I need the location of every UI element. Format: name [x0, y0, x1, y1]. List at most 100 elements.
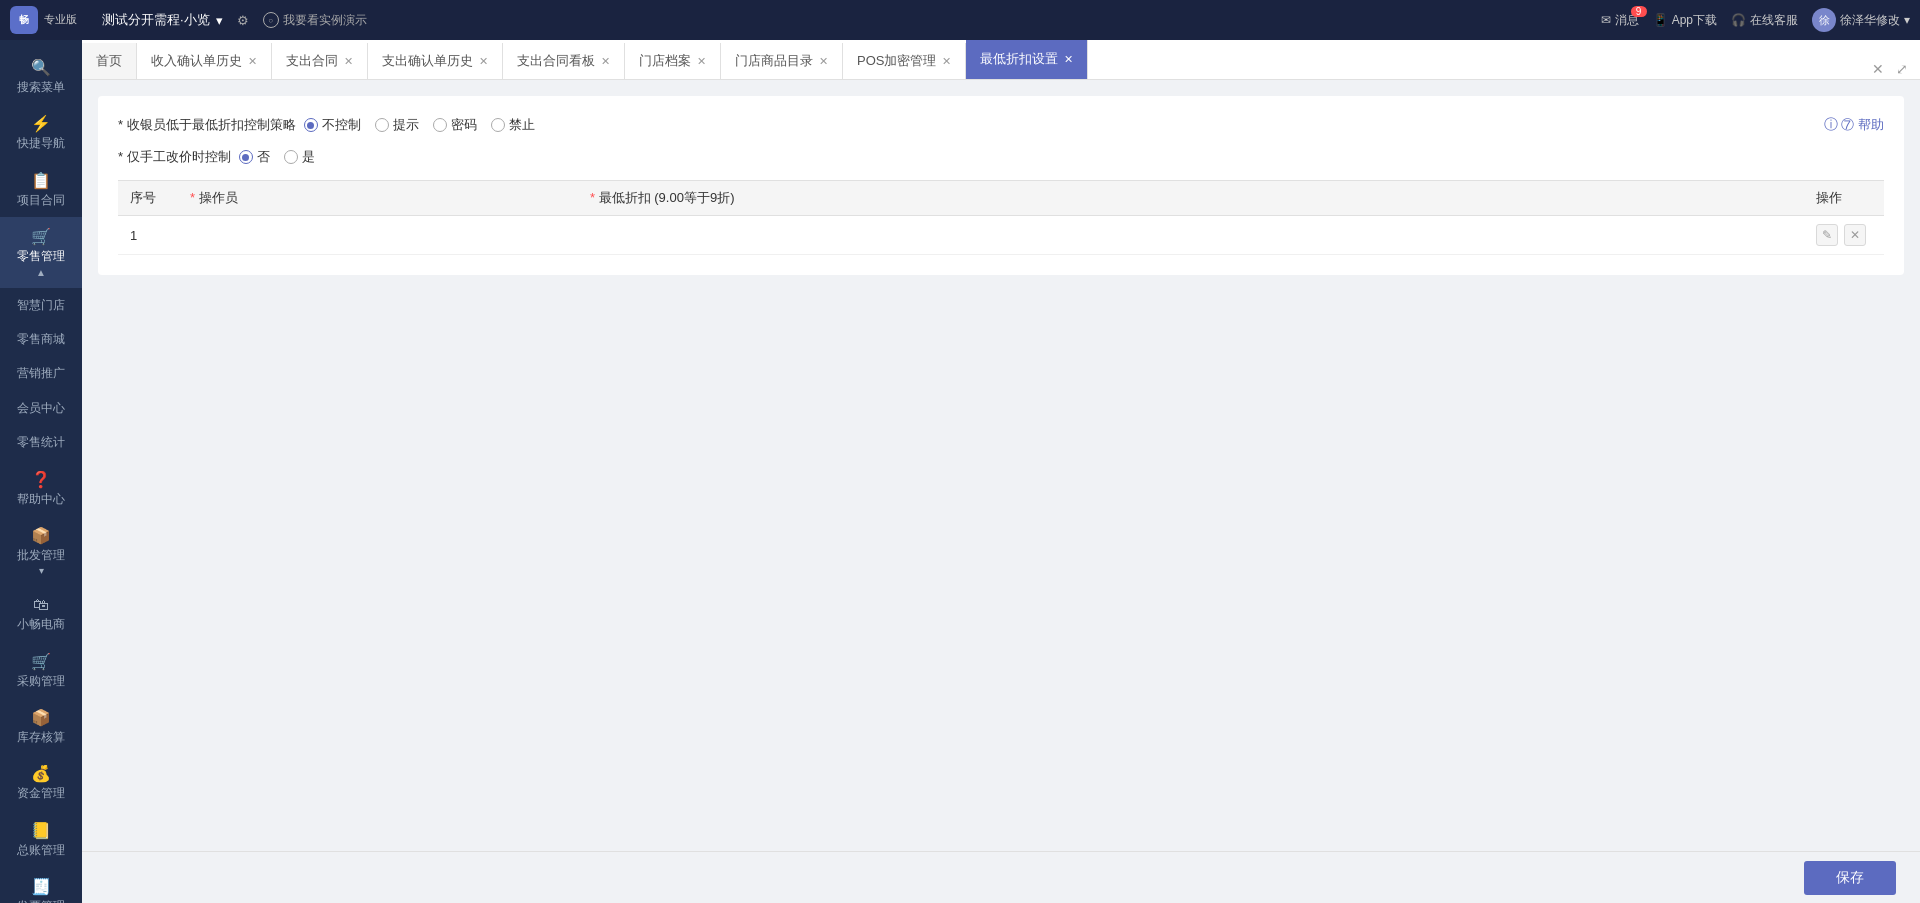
table-header-row: 序号 * 操作员 * 最低折扣 (9.00等于9折) 操作: [118, 181, 1884, 216]
tab-min-discount-close[interactable]: ✕: [1064, 53, 1073, 66]
user-dropdown-icon: ▾: [1904, 13, 1910, 27]
manual-yes[interactable]: 是: [284, 148, 315, 166]
online-service-button[interactable]: 🎧 在线客服: [1731, 12, 1798, 29]
tab-contract-board[interactable]: 支出合同看板 ✕: [503, 43, 625, 79]
strategy-password[interactable]: 密码: [433, 116, 477, 134]
tab-store-catalog-label: 门店商品目录: [735, 52, 813, 70]
tab-home[interactable]: 首页: [82, 43, 137, 79]
sidebar-item-search[interactable]: 🔍 搜索菜单: [0, 48, 82, 104]
manual-no-dot: [242, 154, 249, 161]
sidebar-item-help[interactable]: ❓ 帮助中心: [0, 460, 82, 516]
sidebar-ledger-label: 总账管理: [17, 843, 65, 857]
tab-expand-button[interactable]: ⤢: [1892, 59, 1912, 79]
sidebar-retail-label: 零售管理: [17, 249, 65, 263]
sidebar-item-invoice[interactable]: 🧾 发票管理: [0, 867, 82, 903]
manual-form-row: * 仅手工改价时控制 否 是: [118, 148, 1884, 166]
retail-icon: 🛒: [31, 227, 51, 246]
sidebar-item-retail-mall[interactable]: 零售商城: [0, 322, 82, 356]
sidebar-item-retail-stats[interactable]: 零售统计: [0, 425, 82, 459]
tab-income-history-label: 收入确认单历史: [151, 52, 242, 70]
help-link[interactable]: ⓘ ⑦ 帮助: [1824, 116, 1884, 134]
manual-yes-radio[interactable]: [284, 150, 298, 164]
sidebar-item-project[interactable]: 📋 项目合同: [0, 161, 82, 217]
topbar-right: ✉ 消息 9 📱 App下载 🎧 在线客服 徐 徐泽华修改 ▾: [1601, 8, 1910, 32]
strategy-forbid-radio[interactable]: [491, 118, 505, 132]
demo-circle-icon: ○: [263, 12, 279, 28]
strategy-prompt-label: 提示: [393, 116, 419, 134]
strategy-password-radio[interactable]: [433, 118, 447, 132]
tab-income-history-close[interactable]: ✕: [248, 55, 257, 68]
tab-income-history[interactable]: 收入确认单历史 ✕: [137, 43, 272, 79]
manual-no-radio[interactable]: [239, 150, 253, 164]
th-min-discount-required: *: [590, 190, 599, 205]
online-service-label: 在线客服: [1750, 12, 1798, 29]
delete-row-button[interactable]: ✕: [1844, 224, 1866, 246]
tab-store-catalog-close[interactable]: ✕: [819, 55, 828, 68]
tab-store-files[interactable]: 门店档案 ✕: [625, 43, 721, 79]
help-circle-icon: ⓘ: [1824, 116, 1838, 134]
strategy-no-control-radio[interactable]: [304, 118, 318, 132]
tab-contract-board-close[interactable]: ✕: [601, 55, 610, 68]
project-selector[interactable]: 测试分开需程·小览 ▾ ⚙ ○ 我要看实例演示: [92, 11, 1601, 29]
manual-no[interactable]: 否: [239, 148, 270, 166]
strategy-label: * 收银员低于最低折扣控制策略: [118, 116, 304, 134]
th-min-discount: * 最低折扣 (9.00等于9折): [578, 181, 1804, 216]
sidebar-item-inventory[interactable]: 📦 库存核算: [0, 698, 82, 754]
topbar-gear-icon[interactable]: ⚙: [229, 13, 257, 28]
strategy-prompt[interactable]: 提示: [375, 116, 419, 134]
sidebar-item-ecommerce[interactable]: 🛍 小畅电商: [0, 586, 82, 641]
sidebar-item-member[interactable]: 会员中心: [0, 391, 82, 425]
tab-contract-close[interactable]: ✕: [344, 55, 353, 68]
tab-contract-label: 支出合同: [286, 52, 338, 70]
help-text: ⑦ 帮助: [1841, 116, 1884, 134]
sidebar-item-quicknav[interactable]: ⚡ 快捷导航: [0, 104, 82, 160]
logo-icon: 畅: [10, 6, 38, 34]
main-layout: 🔍 搜索菜单 ⚡ 快捷导航 📋 项目合同 🛒 零售管理 ▲ 智慧门店 零售商城 …: [0, 40, 1920, 903]
tab-contract[interactable]: 支出合同 ✕: [272, 43, 368, 79]
strategy-forbid[interactable]: 禁止: [491, 116, 535, 134]
retail-arrow-icon: ▲: [36, 267, 46, 278]
th-min-discount-label: 最低折扣 (9.00等于9折): [599, 190, 735, 205]
sidebar-item-finance[interactable]: 💰 资金管理: [0, 754, 82, 810]
app-download-button[interactable]: 📱 App下载: [1653, 12, 1717, 29]
app-download-label: App下载: [1672, 12, 1717, 29]
strategy-prompt-radio[interactable]: [375, 118, 389, 132]
finance-icon: 💰: [31, 764, 51, 783]
save-button[interactable]: 保存: [1804, 861, 1896, 895]
tab-pos-mgmt-close[interactable]: ✕: [942, 55, 951, 68]
tab-store-files-close[interactable]: ✕: [697, 55, 706, 68]
user-menu-button[interactable]: 徐 徐泽华修改 ▾: [1812, 8, 1910, 32]
page-footer: 保存: [82, 851, 1920, 903]
sidebar-search-label: 搜索菜单: [17, 80, 65, 94]
tab-store-catalog[interactable]: 门店商品目录 ✕: [721, 43, 843, 79]
tab-store-files-label: 门店档案: [639, 52, 691, 70]
tab-contract-board-label: 支出合同看板: [517, 52, 595, 70]
sidebar-item-purchase[interactable]: 🛒 采购管理: [0, 642, 82, 698]
sidebar-item-ledger[interactable]: 📒 总账管理: [0, 811, 82, 867]
project-icon: 📋: [31, 171, 51, 190]
sidebar-item-smart-store[interactable]: 智慧门店: [0, 288, 82, 322]
tab-expense-history-close[interactable]: ✕: [479, 55, 488, 68]
content-area: 首页 收入确认单历史 ✕ 支出合同 ✕ 支出确认单历史 ✕ 支出合同看板 ✕ 门…: [82, 40, 1920, 903]
edit-row-button[interactable]: ✎: [1816, 224, 1838, 246]
sidebar-item-marketing[interactable]: 营销推广: [0, 356, 82, 390]
tab-min-discount[interactable]: 最低折扣设置 ✕: [966, 40, 1088, 79]
tab-expense-history-label: 支出确认单历史: [382, 52, 473, 70]
message-button[interactable]: ✉ 消息 9: [1601, 12, 1639, 29]
manual-no-label: 否: [257, 148, 270, 166]
sidebar-item-batch[interactable]: 📦 批发管理 ▾: [0, 516, 82, 586]
strategy-no-control[interactable]: 不控制: [304, 116, 361, 134]
tab-close-all-button[interactable]: ✕: [1868, 59, 1888, 79]
sidebar-smart-store-label: 智慧门店: [17, 298, 65, 312]
sidebar-item-retail[interactable]: 🛒 零售管理 ▲: [0, 217, 82, 287]
topbar: 畅 专业版 测试分开需程·小览 ▾ ⚙ ○ 我要看实例演示 ✉ 消息 9 📱 A…: [0, 0, 1920, 40]
demo-text: 我要看实例演示: [283, 12, 367, 29]
sidebar-batch-label: 批发管理: [17, 548, 65, 562]
strategy-form-row: * 收银员低于最低折扣控制策略 不控制 提示: [118, 116, 1884, 134]
tab-pos-mgmt[interactable]: POS加密管理 ✕: [843, 43, 966, 79]
table-row: 1 ✎ ✕: [118, 216, 1884, 255]
message-icon: ✉: [1601, 13, 1611, 27]
demo-link[interactable]: ○ 我要看实例演示: [263, 12, 367, 29]
tab-expense-history[interactable]: 支出确认单历史 ✕: [368, 43, 503, 79]
th-operator-label: 操作员: [199, 190, 238, 205]
